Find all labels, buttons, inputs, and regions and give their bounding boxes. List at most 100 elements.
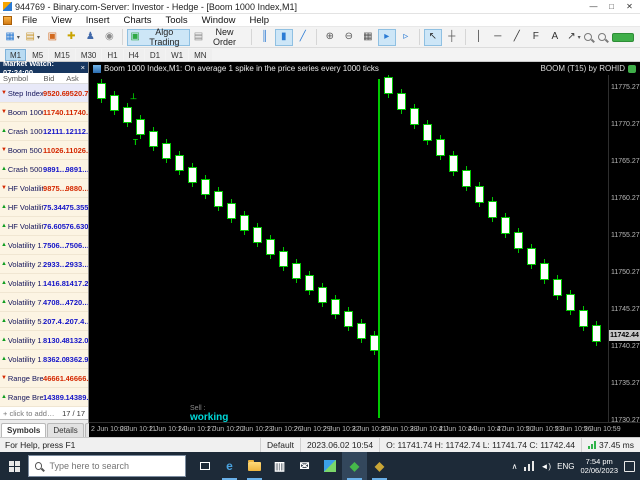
market-watch-row[interactable]: ▼Boom 1000…11740.…11740.… <box>0 103 88 122</box>
market-watch-row[interactable]: ▲Volatility 1…7506.…7506.… <box>0 236 88 255</box>
menu-tools[interactable]: Tools <box>158 15 194 26</box>
column-symbol[interactable]: Symbol <box>0 74 44 83</box>
bid-value: 207.4… <box>43 316 65 326</box>
market-watch-header: Market Watch: 07:24:00 × <box>0 59 88 77</box>
column-ask[interactable]: Ask <box>66 74 88 83</box>
menu-view[interactable]: View <box>44 15 78 26</box>
market-watch-row[interactable]: ▲Volatility 1…1416.841417.24 <box>0 274 88 293</box>
maximize-button[interactable]: □ <box>604 0 619 13</box>
market-watch-row[interactable]: ▲Volatility 5…207.4…207.4… <box>0 312 88 331</box>
mt5-terminal-icon-1[interactable]: ◆ <box>342 452 367 480</box>
auto-scroll-button[interactable]: ▸ <box>377 28 396 46</box>
taskbar-apps: e ▥ ✉ ◆ ◆ <box>192 452 392 480</box>
data-window-button[interactable]: ◉ <box>100 29 118 46</box>
market-watch-close-icon[interactable]: × <box>81 63 85 72</box>
store-icon[interactable]: ▥ <box>267 452 292 480</box>
price-axis[interactable]: 11775.27 11770.27 11765.27 11760.27 11755.27… <box>608 75 640 424</box>
toolbox-button[interactable]: ▣ <box>43 29 61 46</box>
new-order-button[interactable]: ▤ New Order <box>191 27 247 47</box>
time-axis[interactable]: 2 Jun 10:08 2 Jun 10:11 2 Jun 10:14 2 Jun 1… <box>89 422 640 436</box>
chart-window-icon[interactable] <box>3 15 12 25</box>
menu-charts[interactable]: Charts <box>117 15 159 26</box>
edge-icon[interactable]: e <box>217 452 242 480</box>
mail-icon[interactable]: ✉ <box>292 452 317 480</box>
market-watch-row[interactable]: ▼HF Volatilit…9875.…9880.… <box>0 179 88 198</box>
candlestick-chart-button[interactable]: ▮ <box>274 28 293 46</box>
notification-center-icon[interactable] <box>624 460 635 472</box>
column-bid[interactable]: Bid <box>44 74 67 83</box>
cursor-button[interactable]: ↖ <box>423 28 442 46</box>
new-chart-button[interactable]: ▦ ▾ <box>3 29 22 46</box>
horizontal-line-button[interactable]: ─ <box>489 29 507 46</box>
market-watch-row[interactable]: ▲Crash 1000…12111.…12112.… <box>0 122 88 141</box>
start-button[interactable] <box>0 452 28 480</box>
symbol-name: Boom 500 I… <box>7 145 43 155</box>
chart-plot[interactable]: Sell : working ⊥ T <box>89 75 608 422</box>
close-button[interactable]: ✕ <box>622 0 637 13</box>
toolbar-separator <box>315 29 317 45</box>
status-profile[interactable]: Default <box>260 438 300 452</box>
app-icon <box>3 2 12 11</box>
vertical-line-button[interactable]: │ <box>470 29 488 46</box>
line-chart-button[interactable]: ╱ <box>294 29 312 46</box>
advanced-search-icon[interactable] <box>598 33 606 41</box>
search-icon[interactable] <box>584 33 592 41</box>
bid-value: 12111.… <box>43 126 66 136</box>
chart-shift-button[interactable]: ▹ <box>397 29 415 46</box>
market-watch-row[interactable]: ▲Crash 500 I…9891.…9891.… <box>0 160 88 179</box>
taskbar-search[interactable] <box>28 455 186 477</box>
timeframe-h1[interactable]: H1 <box>102 48 123 61</box>
minimize-button[interactable]: — <box>586 0 601 13</box>
market-watch-row[interactable]: ▲HF Volatilit…75.34475.355 <box>0 198 88 217</box>
bar-chart-button[interactable]: ║ <box>256 29 274 46</box>
taskbar-search-input[interactable] <box>47 460 179 472</box>
market-watch-row[interactable]: ▲Volatility 1…8362.088362.94 <box>0 350 88 369</box>
algo-robot-icon[interactable] <box>628 64 636 73</box>
market-watch-row[interactable]: ▼Range Brea…46661.046666.0 <box>0 369 88 388</box>
task-view-icon[interactable] <box>192 452 217 480</box>
menu-window[interactable]: Window <box>195 15 243 26</box>
market-watch-row[interactable]: ▲Range Brea…14389.…14389.… <box>0 388 88 407</box>
menu-file[interactable]: File <box>15 15 44 26</box>
market-watch-row[interactable]: ▲Volatility 7…4708.…4720.… <box>0 293 88 312</box>
volume-icon[interactable]: ◄) <box>541 462 552 471</box>
mt5-terminal-icon-2[interactable]: ◆ <box>367 452 392 480</box>
profiles-button[interactable]: ▤ ▾ <box>23 29 42 46</box>
arrows-tool-button[interactable]: ↗ ▾ <box>565 29 583 46</box>
ea-comment: Sell : <box>190 405 206 412</box>
timeframe-mn[interactable]: MN <box>189 48 212 61</box>
dropdown-arrow-icon: ▾ <box>577 34 581 41</box>
market-watch-row[interactable]: ▼Boom 500 I…11026.…11026.… <box>0 141 88 160</box>
timeframe-w1[interactable]: W1 <box>166 48 189 61</box>
menu-insert[interactable]: Insert <box>79 15 117 26</box>
menu-help[interactable]: Help <box>242 15 276 26</box>
ea-label-wrap: BOOM (T15) by ROHID <box>541 64 636 73</box>
market-watch-row[interactable]: ▲Volatility 2…2933.…2933.… <box>0 255 88 274</box>
zoom-in-button[interactable]: ⊕ <box>321 29 339 46</box>
zoom-out-button[interactable]: ⊖ <box>340 29 358 46</box>
bid-value: 11740.… <box>43 107 66 117</box>
market-watch-row[interactable]: ▲Volatility 1…8130.488132.08 <box>0 331 88 350</box>
tab-details[interactable]: Details <box>47 423 84 437</box>
tab-symbols[interactable]: Symbols <box>1 423 47 437</box>
photos-icon[interactable] <box>317 452 342 480</box>
trendline-button[interactable]: ╱ <box>508 29 526 46</box>
algo-trading-button[interactable]: ▣ Algo Trading <box>127 27 190 47</box>
timeframe-h4[interactable]: H4 <box>123 48 144 61</box>
market-watch-row[interactable]: ▼ Step Index 9520.6 9520.7 <box>0 84 88 103</box>
tray-chevron-icon[interactable]: ∧ <box>512 462 518 471</box>
text-label-button[interactable]: A <box>546 29 564 46</box>
fibonacci-button[interactable]: F <box>527 29 545 46</box>
language-indicator[interactable]: ENG <box>557 462 574 471</box>
timeframe-d1[interactable]: D1 <box>144 48 166 61</box>
market-watch-button[interactable]: ✚ <box>62 29 80 46</box>
navigator-button[interactable]: ♟ <box>81 29 99 46</box>
ask-value: 207.4… <box>65 316 88 326</box>
file-explorer-icon[interactable] <box>242 452 267 480</box>
tile-windows-button[interactable]: ▦ <box>359 29 377 46</box>
market-watch-row[interactable]: ▲HF Volatilit…76.60576.630 <box>0 217 88 236</box>
taskbar-clock[interactable]: 7:54 pm 02/06/2023 <box>580 457 618 475</box>
network-icon[interactable] <box>523 461 535 471</box>
crosshair-button[interactable]: ┼ <box>443 29 461 46</box>
add-symbol-row[interactable]: + click to add… 17 / 17 <box>0 407 88 419</box>
